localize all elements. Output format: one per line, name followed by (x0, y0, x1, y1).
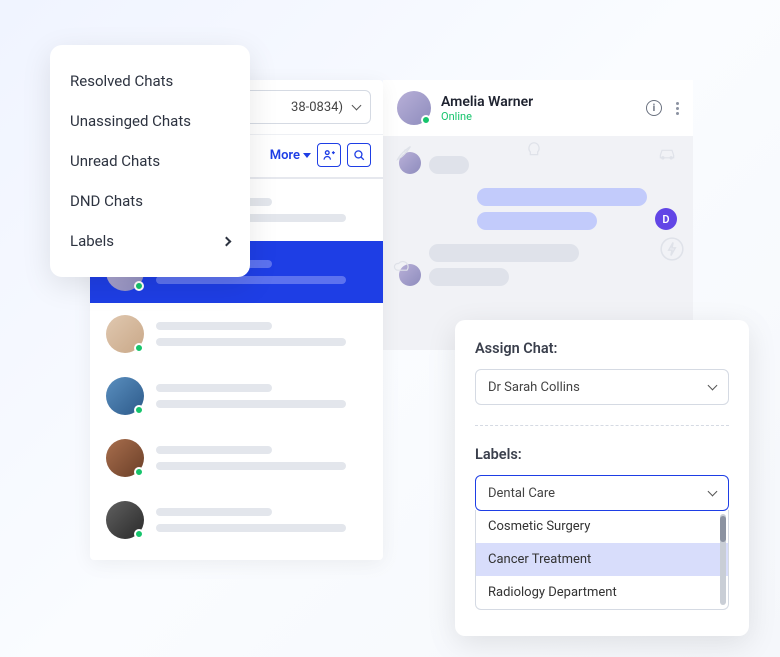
more-menu-icon[interactable] (676, 102, 679, 115)
scrollbar[interactable] (720, 514, 726, 605)
filter-item-label: Unread Chats (70, 152, 160, 170)
assign-chat-label: Assign Chat: (475, 340, 729, 357)
info-icon[interactable]: i (646, 100, 662, 116)
avatar (106, 377, 144, 415)
label-option[interactable]: Cosmetic Surgery (476, 510, 728, 543)
labels-section-label: Labels: (475, 446, 729, 463)
phone-number-fragment: 38-0834) (291, 100, 343, 115)
search-icon (353, 149, 366, 162)
conversation-panel: Amelia Warner Online i D (383, 80, 693, 350)
chevron-right-icon (222, 236, 232, 246)
assign-chat-select[interactable]: Dr Sarah Collins (475, 369, 729, 405)
chevron-down-icon (352, 101, 362, 111)
add-user-button[interactable] (317, 143, 341, 167)
chat-row[interactable] (90, 303, 383, 365)
filter-item-labels[interactable]: Labels (50, 221, 250, 261)
chat-row[interactable] (90, 489, 383, 551)
car-icon (655, 142, 679, 162)
message-avatar: D (655, 208, 677, 230)
chat-row[interactable] (90, 427, 383, 489)
filter-item-unread[interactable]: Unread Chats (50, 141, 250, 181)
user-plus-icon (322, 148, 336, 162)
avatar (106, 315, 144, 353)
divider (475, 425, 729, 426)
bolt-icon (659, 236, 685, 262)
caret-down-icon (303, 153, 311, 158)
filter-item-label: Resolved Chats (70, 72, 173, 90)
more-label: More (270, 148, 300, 163)
labels-select-value: Dental Care (488, 486, 555, 501)
contact-status: Online (441, 110, 533, 123)
filter-item-label: Unassinged Chats (70, 112, 191, 130)
conversation-header: Amelia Warner Online i (383, 80, 693, 136)
avatar (106, 501, 144, 539)
filter-item-dnd[interactable]: DND Chats (50, 181, 250, 221)
filter-item-resolved[interactable]: Resolved Chats (50, 61, 250, 101)
cloud-icon (389, 256, 415, 276)
label-option[interactable]: Radiology Department (476, 576, 728, 609)
message-row-left (399, 244, 677, 286)
message-row-right: D (399, 188, 677, 230)
chevron-down-icon (708, 381, 718, 391)
filter-item-unassigned[interactable]: Unassinged Chats (50, 101, 250, 141)
bulb-icon (523, 140, 545, 162)
labels-options-popup: Cosmetic Surgery Cancer Treatment Radiol… (475, 510, 729, 610)
filter-item-label: Labels (70, 232, 114, 250)
assign-panel: Assign Chat: Dr Sarah Collins Labels: De… (455, 320, 749, 636)
filter-menu: Resolved Chats Unassinged Chats Unread C… (50, 45, 250, 277)
assign-chat-value: Dr Sarah Collins (488, 380, 580, 395)
avatar (106, 439, 144, 477)
more-dropdown[interactable]: More (270, 148, 311, 163)
chevron-down-icon (708, 487, 718, 497)
labels-select[interactable]: Dental Care (475, 475, 729, 511)
header-avatar (397, 91, 431, 125)
filter-item-label: DND Chats (70, 192, 143, 210)
contact-name: Amelia Warner (441, 94, 533, 110)
conversation-body: D (383, 136, 693, 316)
rocket-icon (393, 142, 415, 164)
search-button[interactable] (347, 143, 371, 167)
chat-row[interactable] (90, 365, 383, 427)
label-option-highlighted[interactable]: Cancer Treatment (476, 543, 728, 576)
